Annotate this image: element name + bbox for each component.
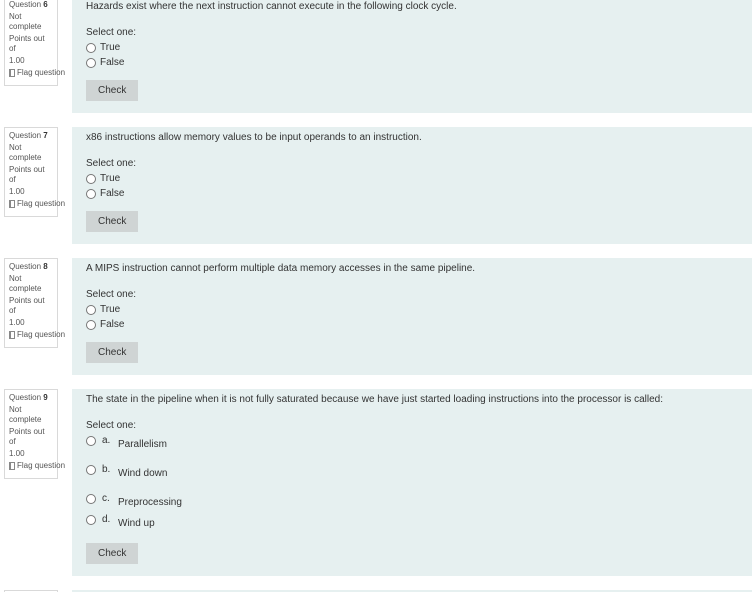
question-number-label: Question 9 — [9, 393, 53, 403]
option-false[interactable]: False — [86, 57, 738, 68]
radio-false[interactable] — [86, 189, 96, 199]
question-text: The state in the pipeline when it is not… — [86, 389, 738, 406]
question-content: The state in the pipeline when it is not… — [72, 389, 752, 576]
check-button[interactable]: Check — [86, 342, 138, 363]
radio-true[interactable] — [86, 43, 96, 53]
question-content: A MIPS instruction cannot perform multip… — [72, 258, 752, 375]
completion-status: Not complete — [9, 274, 53, 294]
question-text: A MIPS instruction cannot perform multip… — [86, 258, 738, 275]
option-text: Wind down — [118, 464, 167, 479]
points-value: 1.00 — [9, 449, 53, 459]
question-info-box: Question 6 Not completePoints out of 1.00 F… — [4, 0, 58, 86]
question-row: Question 7 Not completePoints out of 1.00 F… — [0, 127, 752, 244]
option-text: Preprocessing — [118, 493, 182, 508]
question-row: Question 9 Not completePoints out of 1.00 F… — [0, 389, 752, 576]
option-letter: d. — [102, 514, 118, 525]
flag-question-link[interactable]: Flag question — [9, 330, 53, 340]
radio-false[interactable] — [86, 320, 96, 330]
points-value: 1.00 — [9, 318, 53, 328]
option-letter: b. — [102, 464, 118, 475]
flag-icon — [9, 462, 15, 470]
radio-option[interactable] — [86, 465, 96, 475]
points-label: Points out of — [9, 296, 53, 316]
option-mc[interactable]: b.Wind down — [86, 464, 738, 479]
question-row: Question 6 Not completePoints out of 1.00 F… — [0, 0, 752, 113]
question-text: Hazards exist where the next instruction… — [86, 0, 738, 13]
option-false[interactable]: False — [86, 319, 738, 330]
question-number-label: Question 6 — [9, 0, 53, 10]
points-label: Points out of — [9, 165, 53, 185]
completion-status: Not complete — [9, 143, 53, 163]
points-value: 1.00 — [9, 187, 53, 197]
question-info-box: Question 8 Not completePoints out of 1.00 F… — [4, 258, 58, 348]
check-button[interactable]: Check — [86, 80, 138, 101]
points-label: Points out of — [9, 427, 53, 447]
option-letter: c. — [102, 493, 118, 504]
flag-icon — [9, 331, 15, 339]
flag-icon — [9, 200, 15, 208]
check-button[interactable]: Check — [86, 543, 138, 564]
option-true[interactable]: True — [86, 42, 738, 53]
select-one-label: Select one: — [86, 289, 738, 300]
option-text: Wind up — [118, 514, 155, 529]
option-true[interactable]: True — [86, 304, 738, 315]
question-content: Hazards exist where the next instruction… — [72, 0, 752, 113]
question-row: Question 8 Not completePoints out of 1.00 F… — [0, 258, 752, 375]
option-mc[interactable]: c.Preprocessing — [86, 493, 738, 508]
flag-question-link[interactable]: Flag question — [9, 199, 53, 209]
radio-true[interactable] — [86, 305, 96, 315]
option-mc[interactable]: d.Wind up — [86, 514, 738, 529]
radio-false[interactable] — [86, 58, 96, 68]
question-content: x86 instructions allow memory values to … — [72, 127, 752, 244]
flag-question-link[interactable]: Flag question — [9, 68, 53, 78]
points-value: 1.00 — [9, 56, 53, 66]
radio-option[interactable] — [86, 494, 96, 504]
points-label: Points out of — [9, 34, 53, 54]
flag-question-link[interactable]: Flag question — [9, 461, 53, 471]
question-number-label: Question 8 — [9, 262, 53, 272]
option-letter: a. — [102, 435, 118, 446]
radio-option[interactable] — [86, 515, 96, 525]
completion-status: Not complete — [9, 12, 53, 32]
question-info-box: Question 7 Not completePoints out of 1.00 F… — [4, 127, 58, 217]
flag-icon — [9, 69, 15, 77]
select-one-label: Select one: — [86, 158, 738, 169]
option-false[interactable]: False — [86, 188, 738, 199]
check-button[interactable]: Check — [86, 211, 138, 232]
question-info-box: Question 9 Not completePoints out of 1.00 F… — [4, 389, 58, 479]
option-mc[interactable]: a.Parallelism — [86, 435, 738, 450]
option-text: Parallelism — [118, 435, 167, 450]
question-text: x86 instructions allow memory values to … — [86, 127, 738, 144]
completion-status: Not complete — [9, 405, 53, 425]
radio-true[interactable] — [86, 174, 96, 184]
option-true[interactable]: True — [86, 173, 738, 184]
question-number-label: Question 7 — [9, 131, 53, 141]
radio-option[interactable] — [86, 436, 96, 446]
select-one-label: Select one: — [86, 27, 738, 38]
select-one-label: Select one: — [86, 420, 738, 431]
